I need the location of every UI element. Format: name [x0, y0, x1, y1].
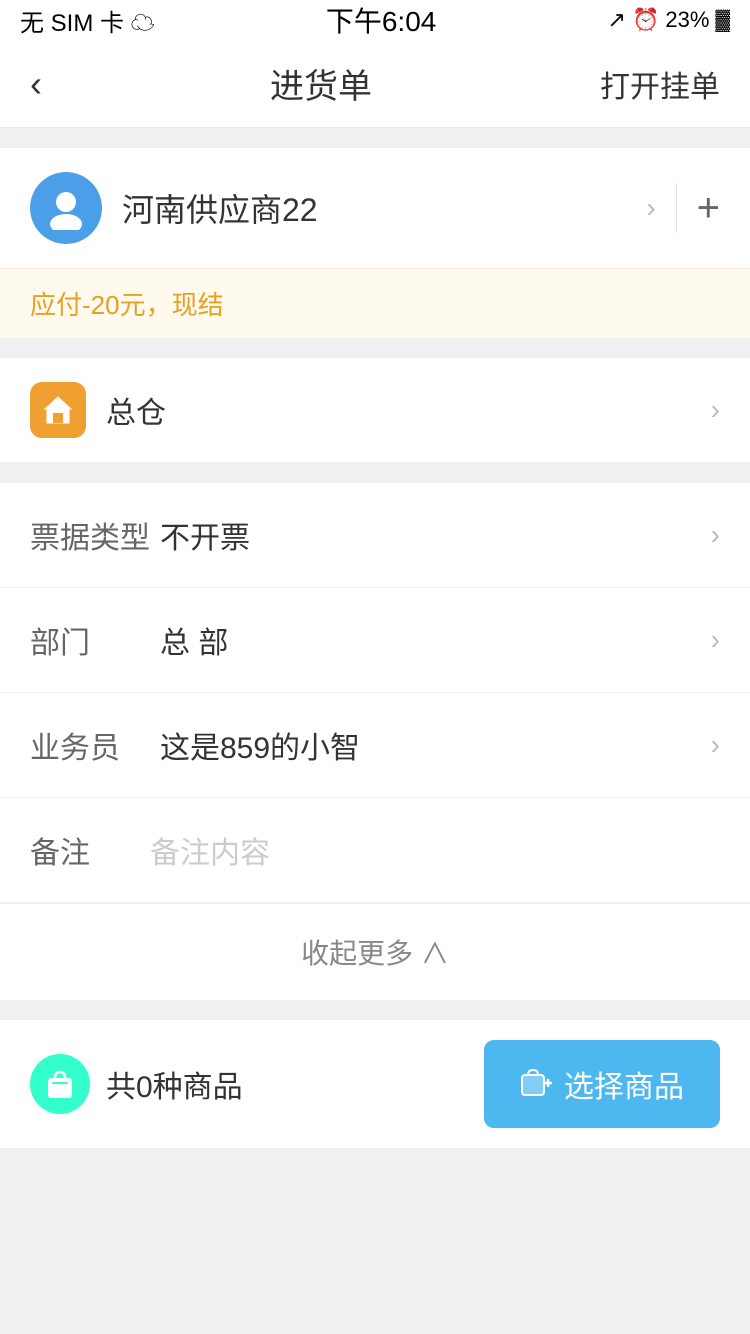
select-product-button[interactable]: 选择商品: [484, 1040, 720, 1128]
warehouse-icon-wrap: [30, 382, 86, 438]
collapse-button[interactable]: 收起更多 ∧: [0, 903, 750, 1000]
alarm-icon: ⏰: [632, 7, 659, 33]
section-divider-1: [0, 128, 750, 148]
supplier-avatar: [30, 172, 102, 244]
supplier-chevron-icon: ›: [646, 192, 655, 224]
notice-banner: 应付-20元，现结: [0, 268, 750, 338]
salesman-chevron-icon: ›: [711, 729, 720, 761]
add-supplier-button[interactable]: +: [697, 188, 720, 228]
status-time: 下午6:04: [326, 0, 437, 40]
supplier-name: 河南供应商22: [122, 185, 646, 231]
ticket-type-value: 不开票: [160, 513, 711, 557]
sim-status: 无 SIM 卡 ☁: [20, 3, 155, 38]
add-to-cart-icon: [520, 1067, 554, 1101]
status-right: ↗ ⏰ 23% ▓: [608, 7, 730, 33]
warehouse-name: 总仓: [106, 388, 711, 432]
page-title: 进货单: [270, 59, 372, 108]
bottom-bar: 共0种商品 选择商品: [0, 1020, 750, 1148]
warehouse-row[interactable]: 总仓 ›: [0, 358, 750, 463]
warehouse-chevron-icon: ›: [711, 394, 720, 426]
back-button[interactable]: ‹: [30, 66, 42, 102]
ticket-type-row[interactable]: 票据类型 不开票 ›: [0, 483, 750, 588]
open-pending-button[interactable]: 打开挂单: [600, 62, 720, 106]
ticket-type-label: 票据类型: [30, 513, 150, 557]
battery-text: 23%: [665, 7, 709, 33]
section-divider-3: [0, 463, 750, 483]
supplier-actions: › +: [646, 183, 720, 233]
product-count-text: 共0种商品: [106, 1062, 243, 1106]
department-value: 总 部: [160, 618, 711, 662]
department-label: 部门: [30, 618, 150, 662]
section-divider-2: [0, 338, 750, 358]
department-chevron-icon: ›: [711, 624, 720, 656]
house-icon: [41, 393, 75, 427]
vertical-divider: [676, 183, 677, 233]
salesman-label: 业务员: [30, 723, 150, 767]
select-product-label: 选择商品: [564, 1062, 684, 1106]
remark-label: 备注: [30, 828, 150, 872]
shopping-bag-icon: [42, 1066, 78, 1102]
remark-placeholder: 备注内容: [150, 828, 270, 872]
status-left: 无 SIM 卡 ☁: [20, 3, 155, 38]
remark-row[interactable]: 备注 备注内容: [0, 798, 750, 903]
product-count-row: 共0种商品: [30, 1054, 243, 1114]
person-icon: [44, 186, 88, 230]
department-row[interactable]: 部门 总 部 ›: [0, 588, 750, 693]
supplier-row[interactable]: 河南供应商22 › +: [0, 148, 750, 268]
status-bar: 无 SIM 卡 ☁ 下午6:04 ↗ ⏰ 23% ▓: [0, 0, 750, 40]
supplier-section: 河南供应商22 › + 应付-20元，现结: [0, 148, 750, 338]
battery-icon: ▓: [715, 9, 730, 32]
ticket-type-chevron-icon: ›: [711, 519, 720, 551]
nav-bar: ‹ 进货单 打开挂单: [0, 40, 750, 128]
salesman-value: 这是859的小智: [160, 723, 711, 767]
location-icon: ↗: [608, 7, 626, 33]
form-section: 票据类型 不开票 › 部门 总 部 › 业务员 这是859的小智 › 备注 备注…: [0, 483, 750, 1000]
product-icon-wrap: [30, 1054, 90, 1114]
salesman-row[interactable]: 业务员 这是859的小智 ›: [0, 693, 750, 798]
